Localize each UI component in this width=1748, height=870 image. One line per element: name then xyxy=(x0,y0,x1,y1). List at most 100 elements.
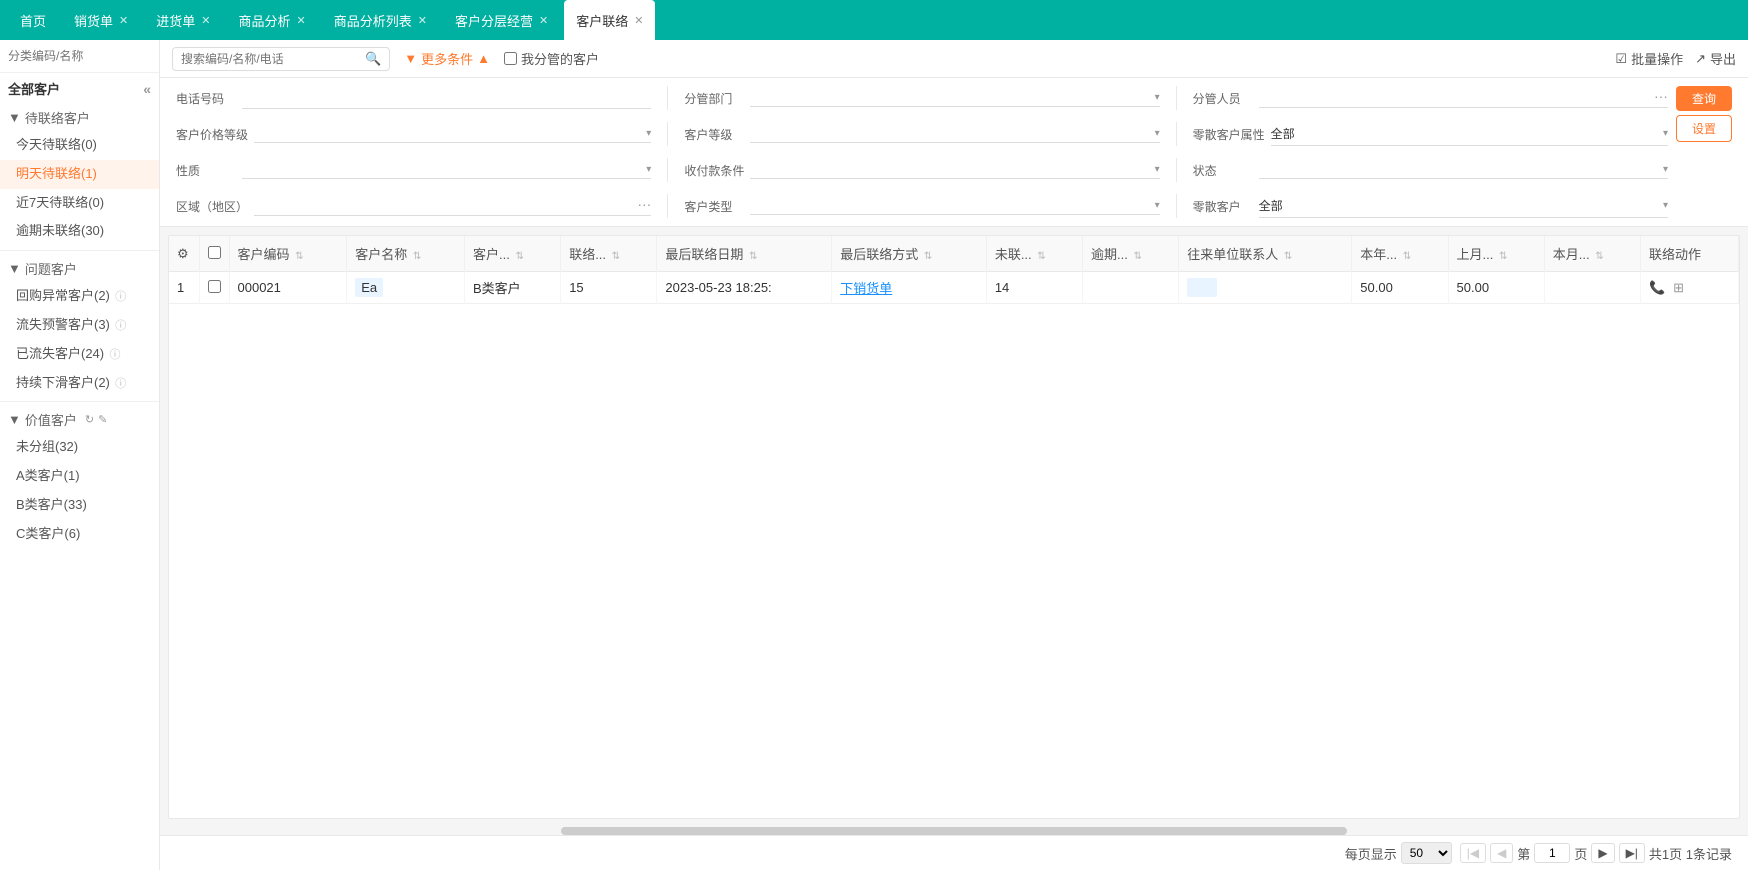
query-button[interactable]: 查询 xyxy=(1676,86,1732,111)
sidebar-item-class-b[interactable]: B类客户(33) xyxy=(0,491,159,520)
col-checkbox[interactable] xyxy=(199,236,229,272)
nav-customer-contact-close[interactable]: ✕ xyxy=(634,14,643,27)
settings-icon[interactable]: ⚙ xyxy=(177,246,189,261)
sidebar-item-churn-warning[interactable]: 流失预警客户(3) ⓘ xyxy=(0,311,159,340)
col-code-sort-icon[interactable]: ⇅ xyxy=(295,251,303,262)
sidebar-item-churned[interactable]: 已流失客户(24) ⓘ xyxy=(0,340,159,369)
sidebar-group-pending[interactable]: ▼ 待联络客户 xyxy=(0,104,159,131)
sidebar-group-problem[interactable]: ▼ 问题客户 xyxy=(0,255,159,282)
page-last-btn[interactable]: ▶| xyxy=(1619,843,1645,863)
select-all-checkbox[interactable] xyxy=(208,246,221,259)
data-table: ⚙ 客户编码 ⇅ 客户名称 ⇅ xyxy=(169,236,1739,304)
my-customers-checkbox-label[interactable]: 我分管的客户 xyxy=(504,49,599,68)
filter-customer-type-field: 客户类型 ▾ xyxy=(684,197,1159,215)
col-last-date-sort-icon[interactable]: ⇅ xyxy=(749,251,757,262)
filter-phone-input[interactable] xyxy=(242,88,651,109)
nav-sales-close[interactable]: ✕ xyxy=(119,14,128,27)
sidebar-item-7days[interactable]: 近7天待联络(0) xyxy=(0,189,159,218)
nav-purchase[interactable]: 进货单 ✕ xyxy=(144,0,222,40)
page-next-btn[interactable]: ▶ xyxy=(1591,843,1614,863)
toolbar-right: ☑ 批量操作 ↗ 导出 xyxy=(1615,49,1736,68)
col-this-month-sort-icon[interactable]: ⇅ xyxy=(1595,251,1603,262)
nav-customer-stratify[interactable]: 客户分层经营 ✕ xyxy=(443,0,560,40)
row-last-method[interactable]: 下销货单 xyxy=(832,272,987,304)
horizontal-scrollbar[interactable] xyxy=(168,827,1740,835)
row-not-linked-value: 14 xyxy=(995,280,1009,295)
sidebar-item-abnormal[interactable]: 回购异常客户(2) ⓘ xyxy=(0,282,159,311)
col-company-contact-sort-icon[interactable]: ⇅ xyxy=(1284,251,1292,262)
nav-analysis-list[interactable]: 商品分析列表 ✕ xyxy=(322,0,439,40)
nav-analysis[interactable]: 商品分析 ✕ xyxy=(226,0,317,40)
filter-customer-type-select[interactable]: ▾ xyxy=(750,197,1159,215)
sidebar-item-unclassified[interactable]: 未分组(32) xyxy=(0,433,159,462)
sidebar-item-tomorrow-label: 明天待联络(1) xyxy=(16,166,97,181)
nav-customer-contact[interactable]: 客户联络 ✕ xyxy=(564,0,655,40)
export-btn[interactable]: ↗ 导出 xyxy=(1695,49,1736,68)
filter-scatter-attr-field: 零散客户属性 全部 ▾ xyxy=(1193,122,1668,146)
filter-region-dots[interactable]: ··· xyxy=(637,196,651,212)
filter-payment-select[interactable]: ▾ xyxy=(750,161,1159,179)
page-input[interactable] xyxy=(1534,843,1570,863)
filter-price-level-select[interactable]: ▾ xyxy=(254,125,651,143)
search-input[interactable] xyxy=(181,52,361,66)
filter-row-1: 电话号码 分管部门 ▾ 分管人员 xyxy=(176,86,1668,110)
page-size-select[interactable]: 50 100 200 xyxy=(1401,842,1452,864)
col-last-method-label: 最后联络方式 xyxy=(840,247,918,262)
sidebar-collapse-btn[interactable]: « xyxy=(143,81,151,97)
col-name-sort-icon[interactable]: ⇅ xyxy=(413,251,421,262)
filter-status-chevron: ▾ xyxy=(1663,164,1668,175)
sidebar-group-value-edit[interactable]: ✎ xyxy=(98,413,107,426)
sidebar-item-class-c[interactable]: C类客户(6) xyxy=(0,520,159,549)
col-last-method-sort-icon[interactable]: ⇅ xyxy=(924,251,932,262)
col-type-sort-icon[interactable]: ⇅ xyxy=(515,251,523,262)
row-company-contact xyxy=(1179,272,1352,304)
filter-more-btn[interactable]: ▼ 更多条件 ▲ xyxy=(398,46,496,71)
page-first-btn[interactable]: |◀ xyxy=(1460,843,1486,863)
row-action-grid-icon[interactable]: ⊞ xyxy=(1673,280,1684,296)
page-prev-btn[interactable]: ◀ xyxy=(1490,843,1513,863)
col-overdue-sort-icon[interactable]: ⇅ xyxy=(1134,251,1142,262)
nav-customer-stratify-close[interactable]: ✕ xyxy=(539,14,548,27)
sidebar-item-today[interactable]: 今天待联络(0) xyxy=(0,131,159,160)
row-checkbox-cell[interactable] xyxy=(199,272,229,304)
row-action-phone-icon[interactable]: 📞 xyxy=(1649,280,1665,296)
col-last-month-sort-icon[interactable]: ⇅ xyxy=(1499,251,1507,262)
nav-analysis-list-close[interactable]: ✕ xyxy=(418,14,427,27)
filter-scatter-attr-select[interactable]: 全部 ▾ xyxy=(1271,122,1668,146)
row-name[interactable]: Ea xyxy=(347,272,465,304)
nav-sales[interactable]: 销货单 ✕ xyxy=(62,0,140,40)
nav-purchase-close[interactable]: ✕ xyxy=(201,14,210,27)
col-this-year-sort-icon[interactable]: ⇅ xyxy=(1403,251,1411,262)
sidebar-item-overdue[interactable]: 逾期未联络(30) xyxy=(0,217,159,246)
nav-analysis-close[interactable]: ✕ xyxy=(297,14,306,27)
row-last-method-value[interactable]: 下销货单 xyxy=(840,281,892,296)
sidebar-group-value-refresh[interactable]: ↻ xyxy=(85,413,94,426)
col-settings[interactable]: ⚙ xyxy=(169,236,199,272)
filter-nature-select[interactable]: ▾ xyxy=(242,161,651,179)
my-customers-checkbox[interactable] xyxy=(504,52,517,65)
sidebar-item-class-a[interactable]: A类客户(1) xyxy=(0,462,159,491)
settings-button[interactable]: 设置 xyxy=(1676,115,1732,142)
filter-price-level-label: 客户价格等级 xyxy=(176,126,248,143)
sidebar-item-tomorrow[interactable]: 明天待联络(1) xyxy=(0,160,159,189)
filter-scatter-customer-select[interactable]: 全部 ▾ xyxy=(1259,194,1668,218)
sidebar-search-input[interactable] xyxy=(8,49,160,63)
nav-analysis-list-label: 商品分析列表 xyxy=(334,11,412,30)
row-checkbox[interactable] xyxy=(208,280,221,293)
col-not-linked-sort-icon[interactable]: ⇅ xyxy=(1037,251,1045,262)
sidebar-group-value[interactable]: ▼ 价值客户 ↻ ✎ xyxy=(0,406,159,433)
col-action-label: 联络动作 xyxy=(1649,247,1701,262)
row-code-value: 000021 xyxy=(238,280,281,295)
nav-home[interactable]: 首页 xyxy=(8,0,58,40)
filter-scatter-customer-field: 零散客户 全部 ▾ xyxy=(1193,194,1668,218)
filter-status-select[interactable]: ▾ xyxy=(1259,161,1668,179)
filter-manager-dots[interactable]: ··· xyxy=(1654,88,1668,104)
search-icon[interactable]: 🔍 xyxy=(365,51,381,67)
batch-op-btn[interactable]: ☑ 批量操作 xyxy=(1615,49,1683,68)
filter-customer-level-select[interactable]: ▾ xyxy=(750,125,1159,143)
col-contact-sort-icon[interactable]: ⇅ xyxy=(612,251,620,262)
sidebar-item-declining[interactable]: 持续下滑客户(2) ⓘ xyxy=(0,369,159,398)
filter-dept-select[interactable]: ▾ xyxy=(750,89,1159,107)
sidebar-group-problem-arrow: ▼ xyxy=(8,261,21,276)
scrollbar-thumb[interactable] xyxy=(561,827,1347,835)
